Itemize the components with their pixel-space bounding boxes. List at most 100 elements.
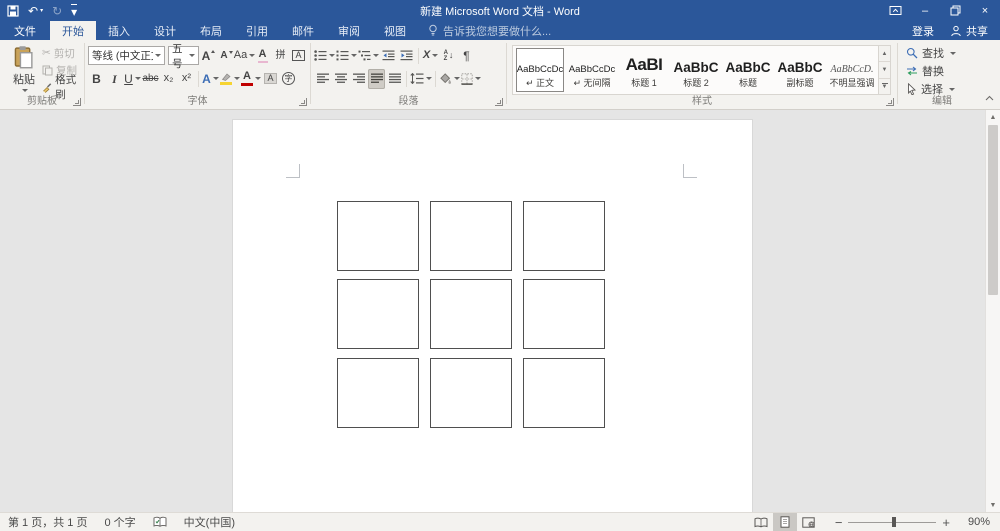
undo-dropdown-icon[interactable]: ▾ (40, 8, 43, 14)
tab-references[interactable]: 引用 (234, 21, 280, 40)
tab-insert[interactable]: 插入 (96, 21, 142, 40)
style-title[interactable]: AaBbC 标题 (724, 48, 772, 92)
ribbon-display-options-button[interactable] (880, 0, 910, 21)
redo-button[interactable]: ↻ (52, 5, 62, 17)
text-box[interactable] (523, 201, 605, 271)
sign-in-button[interactable]: 登录 (912, 23, 934, 39)
distribute-button[interactable] (386, 69, 403, 89)
shrink-font-button[interactable]: A (218, 46, 235, 66)
font-name-dropdown-icon[interactable] (155, 54, 161, 57)
zoom-slider-thumb[interactable] (892, 517, 897, 527)
tab-layout[interactable]: 布局 (188, 21, 234, 40)
strikethrough-button[interactable]: abc (142, 69, 159, 89)
font-color-dropdown-icon[interactable] (255, 77, 261, 80)
subscript-button[interactable]: x₂ (160, 69, 177, 89)
scrollbar-thumb[interactable] (988, 125, 998, 295)
word-count[interactable]: 0 个字 (104, 514, 135, 530)
superscript-button[interactable]: x² (178, 69, 195, 89)
font-name-combobox[interactable]: 等线 (中文正文 (88, 46, 165, 65)
zoom-in-button[interactable]: + (942, 516, 950, 529)
minimize-button[interactable]: – (910, 0, 940, 21)
align-center-button[interactable] (332, 69, 349, 89)
zoom-percentage[interactable]: 90% (956, 516, 990, 528)
text-box[interactable] (337, 279, 419, 349)
highlight-dropdown-icon[interactable] (234, 77, 240, 80)
underline-button[interactable]: U (124, 69, 141, 89)
vertical-scrollbar[interactable]: ▲ ▼ (985, 110, 1000, 512)
text-effects-button[interactable]: A (202, 69, 219, 89)
tab-view[interactable]: 视图 (372, 21, 418, 40)
increase-indent-button[interactable] (398, 46, 415, 66)
replace-button[interactable]: 替换 (906, 64, 986, 78)
character-shading-button[interactable]: A (262, 69, 279, 89)
align-left-button[interactable] (314, 69, 331, 89)
proofing-button[interactable] (153, 516, 167, 528)
text-box[interactable] (337, 201, 419, 271)
bullets-dropdown-icon[interactable] (329, 54, 335, 57)
scroll-down-button[interactable]: ▼ (986, 498, 1000, 512)
close-button[interactable]: × (970, 0, 1000, 21)
customize-qat-button[interactable]: ▾ (71, 3, 78, 18)
character-border-button[interactable]: A (290, 46, 307, 66)
asian-layout-button[interactable]: X (422, 46, 439, 66)
decrease-indent-button[interactable] (380, 46, 397, 66)
multilevel-dropdown-icon[interactable] (373, 54, 379, 57)
sort-button[interactable]: A Z ↓ (440, 46, 457, 66)
show-hide-marks-button[interactable]: ¶ (458, 46, 475, 66)
asian-layout-dropdown-icon[interactable] (432, 54, 439, 57)
tab-review[interactable]: 审阅 (326, 21, 372, 40)
numbering-dropdown-icon[interactable] (351, 54, 357, 57)
change-case-button[interactable]: Aa (234, 46, 256, 66)
style-subtle-emphasis[interactable]: AaBbCcD. 不明显强调 (828, 48, 876, 92)
styles-scroll-down-button[interactable]: ▼ (879, 62, 890, 79)
highlight-color-button[interactable] (220, 69, 240, 89)
tell-me-box[interactable]: 告诉我您想要做什么... (418, 21, 561, 40)
enclose-characters-button[interactable]: 字 (280, 69, 297, 89)
font-dialog-launcher[interactable] (299, 98, 307, 106)
line-spacing-dropdown-icon[interactable] (426, 77, 432, 80)
scroll-up-button[interactable]: ▲ (986, 110, 1000, 124)
zoom-slider[interactable] (848, 516, 937, 528)
text-box[interactable] (430, 358, 512, 428)
tab-design[interactable]: 设计 (142, 21, 188, 40)
align-right-button[interactable] (350, 69, 367, 89)
read-mode-button[interactable] (749, 513, 773, 531)
italic-button[interactable]: I (106, 69, 123, 89)
style-heading-1[interactable]: AaBI 标题 1 (620, 48, 668, 92)
font-color-button[interactable]: A (241, 69, 261, 89)
font-size-combobox[interactable]: 五号 (168, 43, 199, 70)
print-layout-button[interactable] (772, 513, 797, 531)
paragraph-dialog-launcher[interactable] (495, 98, 503, 106)
collapse-ribbon-button[interactable] (982, 91, 996, 105)
find-button[interactable]: 查找 (906, 46, 986, 60)
select-dropdown-icon[interactable] (949, 87, 955, 91)
undo-button[interactable]: ↶ ▾ (28, 5, 43, 17)
line-spacing-button[interactable] (410, 69, 432, 89)
style-normal[interactable]: AaBbCcDc ↵ 正文 (516, 48, 564, 92)
cut-button[interactable]: ✂ 剪切 (42, 46, 84, 60)
share-button[interactable]: 共享 (950, 23, 988, 39)
styles-dialog-launcher[interactable] (886, 98, 894, 106)
restore-button[interactable] (940, 0, 970, 21)
text-box[interactable] (337, 358, 419, 428)
shading-button[interactable] (439, 69, 460, 89)
font-size-dropdown-icon[interactable] (189, 54, 195, 57)
style-subtitle[interactable]: AaBbC 副标题 (776, 48, 824, 92)
text-effects-dropdown-icon[interactable] (212, 77, 219, 80)
document-page[interactable] (232, 119, 753, 512)
save-button[interactable] (7, 4, 19, 17)
zoom-out-button[interactable]: − (835, 516, 843, 529)
grow-font-button[interactable]: A (200, 46, 217, 66)
find-dropdown-icon[interactable] (950, 51, 956, 55)
multilevel-list-button[interactable] (358, 46, 379, 66)
underline-dropdown-icon[interactable] (134, 77, 141, 80)
justify-button[interactable] (368, 68, 385, 89)
borders-dropdown-icon[interactable] (475, 77, 481, 80)
text-box[interactable] (430, 201, 512, 271)
web-layout-button[interactable] (797, 513, 821, 531)
clear-formatting-button[interactable]: A (254, 46, 271, 66)
shading-dropdown-icon[interactable] (454, 77, 460, 80)
text-box[interactable] (523, 358, 605, 428)
text-box[interactable] (430, 279, 512, 349)
text-box[interactable] (523, 279, 605, 349)
